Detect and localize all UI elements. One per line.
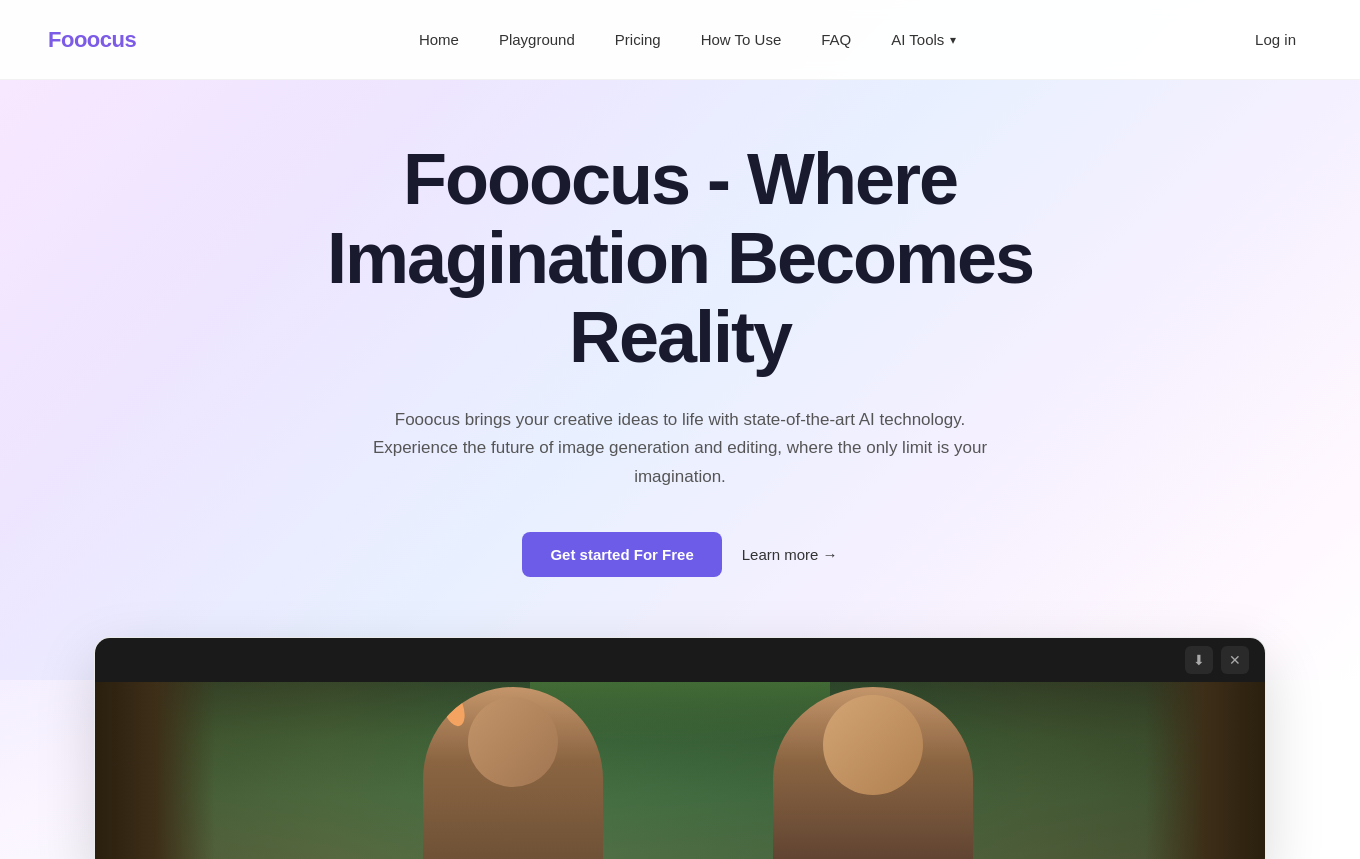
demo-container: ⬇ ✕ [70, 637, 1290, 859]
brand-logo[interactable]: Fooocus [48, 27, 136, 53]
hero-section: Fooocus - Where Imagination Becomes Real… [0, 0, 1360, 859]
tree-right [1145, 682, 1265, 859]
demo-image-area [95, 682, 1265, 859]
nav-item-faq[interactable]: FAQ [805, 23, 867, 56]
hero-title: Fooocus - Where Imagination Becomes Real… [280, 140, 1080, 378]
nav-item-home[interactable]: Home [403, 23, 475, 56]
hero-content: Fooocus - Where Imagination Becomes Real… [280, 80, 1080, 637]
nav-links: Home Playground Pricing How To Use FAQ A… [403, 23, 972, 56]
forest-background [95, 682, 1265, 859]
demo-download-button[interactable]: ⬇ [1185, 646, 1213, 674]
nav-item-how-to-use[interactable]: How To Use [685, 23, 798, 56]
demo-close-button[interactable]: ✕ [1221, 646, 1249, 674]
get-started-button[interactable]: Get started For Free [522, 532, 721, 577]
tree-left [95, 682, 215, 859]
nav-item-playground[interactable]: Playground [483, 23, 591, 56]
learn-more-button[interactable]: Learn more → [742, 546, 838, 563]
hero-subtitle: Fooocus brings your creative ideas to li… [370, 406, 990, 493]
ai-tools-label: AI Tools [891, 31, 944, 48]
nav-item-ai-tools[interactable]: AI Tools ▾ [875, 23, 972, 56]
hero-buttons: Get started For Free Learn more → [280, 532, 1080, 577]
demo-titlebar: ⬇ ✕ [95, 638, 1265, 682]
nav-item-pricing[interactable]: Pricing [599, 23, 677, 56]
navbar: Fooocus Home Playground Pricing How To U… [0, 0, 1360, 80]
login-link[interactable]: Log in [1239, 23, 1312, 56]
figure-right-character [773, 687, 973, 859]
chevron-down-icon: ▾ [950, 33, 956, 47]
demo-window: ⬇ ✕ [94, 637, 1266, 859]
figure-left-character [423, 687, 603, 859]
